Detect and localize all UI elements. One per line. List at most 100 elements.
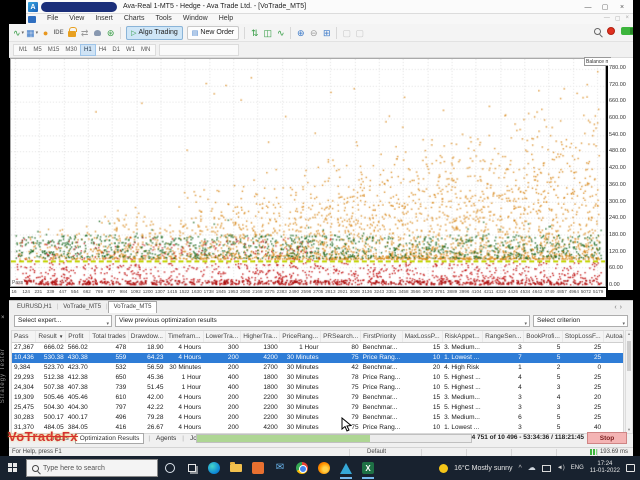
result-row-27,367[interactable]: 27,367 666.02 566.02 478 18.90 4 Hours 300 1300… <box>12 342 623 353</box>
mdi-minimize-icon[interactable]: — <box>604 15 610 22</box>
mt5-taskbar-button[interactable] <box>339 460 353 479</box>
menu-charts[interactable]: Charts <box>124 14 145 24</box>
language-indicator[interactable]: ENG <box>571 465 584 471</box>
weather-sun-icon[interactable] <box>439 463 449 473</box>
column-header-5[interactable]: Timefram... <box>165 331 204 343</box>
search-icon[interactable] <box>594 27 601 35</box>
column-header-10[interactable]: FirstPriority <box>360 331 403 343</box>
column-header-1[interactable]: Result ▼ <box>35 331 67 343</box>
mail-button[interactable]: ✉ <box>273 460 287 476</box>
weather-label[interactable]: 16°C Mostly sunny <box>454 465 512 472</box>
chrome-button[interactable] <box>295 460 309 476</box>
algo-trading-button[interactable]: ▷ Algo Trading <box>126 25 183 40</box>
tester-tab-agents[interactable]: Agents <box>154 435 178 442</box>
select-expert-dropdown[interactable]: Select expert... ▾ <box>14 315 112 327</box>
edge-button[interactable] <box>207 460 221 476</box>
minimize-button[interactable]: — <box>581 2 595 12</box>
tick-updown-button[interactable]: ⇅ <box>248 26 261 40</box>
menu-file[interactable]: File <box>47 14 58 24</box>
taskbar-clock[interactable]: 17:24 11-01-2022 <box>590 461 620 475</box>
result-row-29,293[interactable]: 29,293 512.38 412.38 650 45.36 1 Hour 400 1800 3… <box>12 373 623 383</box>
menu-window[interactable]: Window <box>183 14 208 24</box>
zoom-in-button[interactable]: ⊕ <box>294 26 307 40</box>
depth-of-market-button[interactable]: ◫ <box>261 26 274 40</box>
menu-tools[interactable]: Tools <box>155 14 171 24</box>
file-explorer-button[interactable] <box>229 460 243 476</box>
optimization-scatter-chart[interactable] <box>10 58 606 287</box>
column-header-4[interactable]: Drawdow... <box>128 331 166 343</box>
timeframe-m15[interactable]: M15 <box>45 45 63 55</box>
menu-insert[interactable]: Insert <box>95 14 113 24</box>
column-header-13[interactable]: RangeSen... <box>482 331 525 343</box>
profile-label[interactable]: Default <box>367 449 386 455</box>
result-row-10,436[interactable]: 10,436 530.38 430.38 559 64.23 4 Hours 200 4200… <box>12 352 623 363</box>
table-scrollbar[interactable]: ▴ ▾ <box>625 330 633 434</box>
mdi-restore-icon[interactable]: ▢ <box>615 15 621 22</box>
column-header-6[interactable]: LowerTra... <box>203 331 242 343</box>
result-row-19,309[interactable]: 19,309 505.46 405.46 610 42.00 4 Hours 200 2200… <box>12 393 623 403</box>
results-source-dropdown[interactable]: View previous optimization results ▾ <box>115 315 530 327</box>
tile-windows-button[interactable]: ⊞ <box>320 26 333 40</box>
taskbar-search-input[interactable]: Type here to search <box>26 459 158 477</box>
select-criterion-dropdown[interactable]: Select criterion ▾ <box>533 315 628 327</box>
timeframe-m1[interactable]: M1 <box>16 45 30 55</box>
timeframe-mn[interactable]: MN <box>138 45 153 55</box>
panel-close-icon[interactable]: × <box>1 315 5 321</box>
tester-tab-optimization-results[interactable]: Optimization Results <box>74 433 145 444</box>
column-header-16[interactable]: Autoadju... <box>603 331 623 343</box>
new-order-button[interactable]: ▤ New Order <box>186 25 240 40</box>
column-header-9[interactable]: PRSearch... <box>320 331 362 343</box>
market-watch-button[interactable]: ● <box>39 26 52 40</box>
excel-taskbar-button[interactable]: X <box>361 460 375 479</box>
timeframe-h4[interactable]: H4 <box>96 45 110 55</box>
onedrive-cloud-icon[interactable]: ☁ <box>528 463 536 473</box>
firefox-button[interactable] <box>317 460 331 476</box>
scroll-up-icon[interactable]: ▴ <box>626 331 632 337</box>
chart-tab-1[interactable]: VoTrade_MT5 <box>58 302 106 313</box>
timeframe-m5[interactable]: M5 <box>30 45 44 55</box>
result-row-30,283[interactable]: 30,283 500.17 400.17 496 79.28 4 Hours 200 2200… <box>12 413 623 423</box>
result-row-31,370[interactable]: 31,370 484.05 384.05 416 26.67 4 Hours 200 4200… <box>12 423 623 433</box>
chart-style-button[interactable]: ∿ ▾ <box>12 26 25 40</box>
result-row-25,475[interactable]: 25,475 504.30 404.30 797 42.22 4 Hours 200 2200… <box>12 403 623 413</box>
column-header-14[interactable]: BookProfi... <box>523 331 563 343</box>
tab-next-icon[interactable]: › <box>620 304 625 311</box>
column-header-7[interactable]: HigherTra... <box>240 331 281 343</box>
timeframe-w1[interactable]: W1 <box>123 45 138 55</box>
column-header-0[interactable]: Pass <box>12 331 37 343</box>
scrollbar-thumb[interactable] <box>627 341 631 371</box>
stop-button[interactable]: Stop <box>587 432 627 444</box>
task-view-button[interactable] <box>185 460 199 476</box>
notification-badge-icon[interactable] <box>607 27 615 35</box>
timeframe-d1[interactable]: D1 <box>109 45 123 55</box>
mdi-close-icon[interactable]: × <box>625 15 629 22</box>
chart-window-button[interactable]: ▦ ▾ <box>25 26 39 40</box>
menu-view[interactable]: View <box>69 14 84 24</box>
column-header-12[interactable]: RiskAppet... <box>442 331 484 343</box>
result-row-24,304[interactable]: 24,304 507.38 407.38 739 51.45 1 Hour 400 1800 3… <box>12 383 623 393</box>
menu-help[interactable]: Help <box>219 14 233 24</box>
speaker-icon[interactable]: ◄) <box>557 465 565 471</box>
column-header-3[interactable]: Total trades <box>89 331 129 343</box>
metaeditor-button[interactable]: IDE <box>52 26 65 40</box>
column-header-8[interactable]: PriceRang... <box>279 331 322 343</box>
action-center-icon[interactable] <box>626 464 635 472</box>
alerts-button[interactable] <box>91 26 104 40</box>
tray-expand-icon[interactable]: ^ <box>519 465 522 472</box>
zoom-out-button[interactable]: ⊖ <box>307 26 320 40</box>
store-button[interactable] <box>251 460 265 476</box>
cortana-button[interactable] <box>163 460 177 476</box>
result-row-9,384[interactable]: 9,384 523.70 423.70 532 56.59 30 Minutes 200 27… <box>12 363 623 373</box>
chart-tab-2[interactable]: VoTrade_MT5 <box>107 300 158 314</box>
tick-chart-button[interactable]: ∿ <box>274 26 287 40</box>
timeframe-h1[interactable]: H1 <box>80 43 96 56</box>
maximize-button[interactable]: ▢ <box>598 2 612 12</box>
timeframe-m30[interactable]: M30 <box>62 45 80 55</box>
lock-button[interactable] <box>65 26 78 40</box>
start-button[interactable] <box>8 463 17 472</box>
column-header-2[interactable]: Profit <box>65 331 91 343</box>
connection-button[interactable]: ⇄ <box>78 26 91 40</box>
column-header-15[interactable]: StopLossF... <box>562 331 604 343</box>
community-button[interactable]: ⊛ <box>104 26 117 40</box>
close-button[interactable]: × <box>615 2 629 12</box>
